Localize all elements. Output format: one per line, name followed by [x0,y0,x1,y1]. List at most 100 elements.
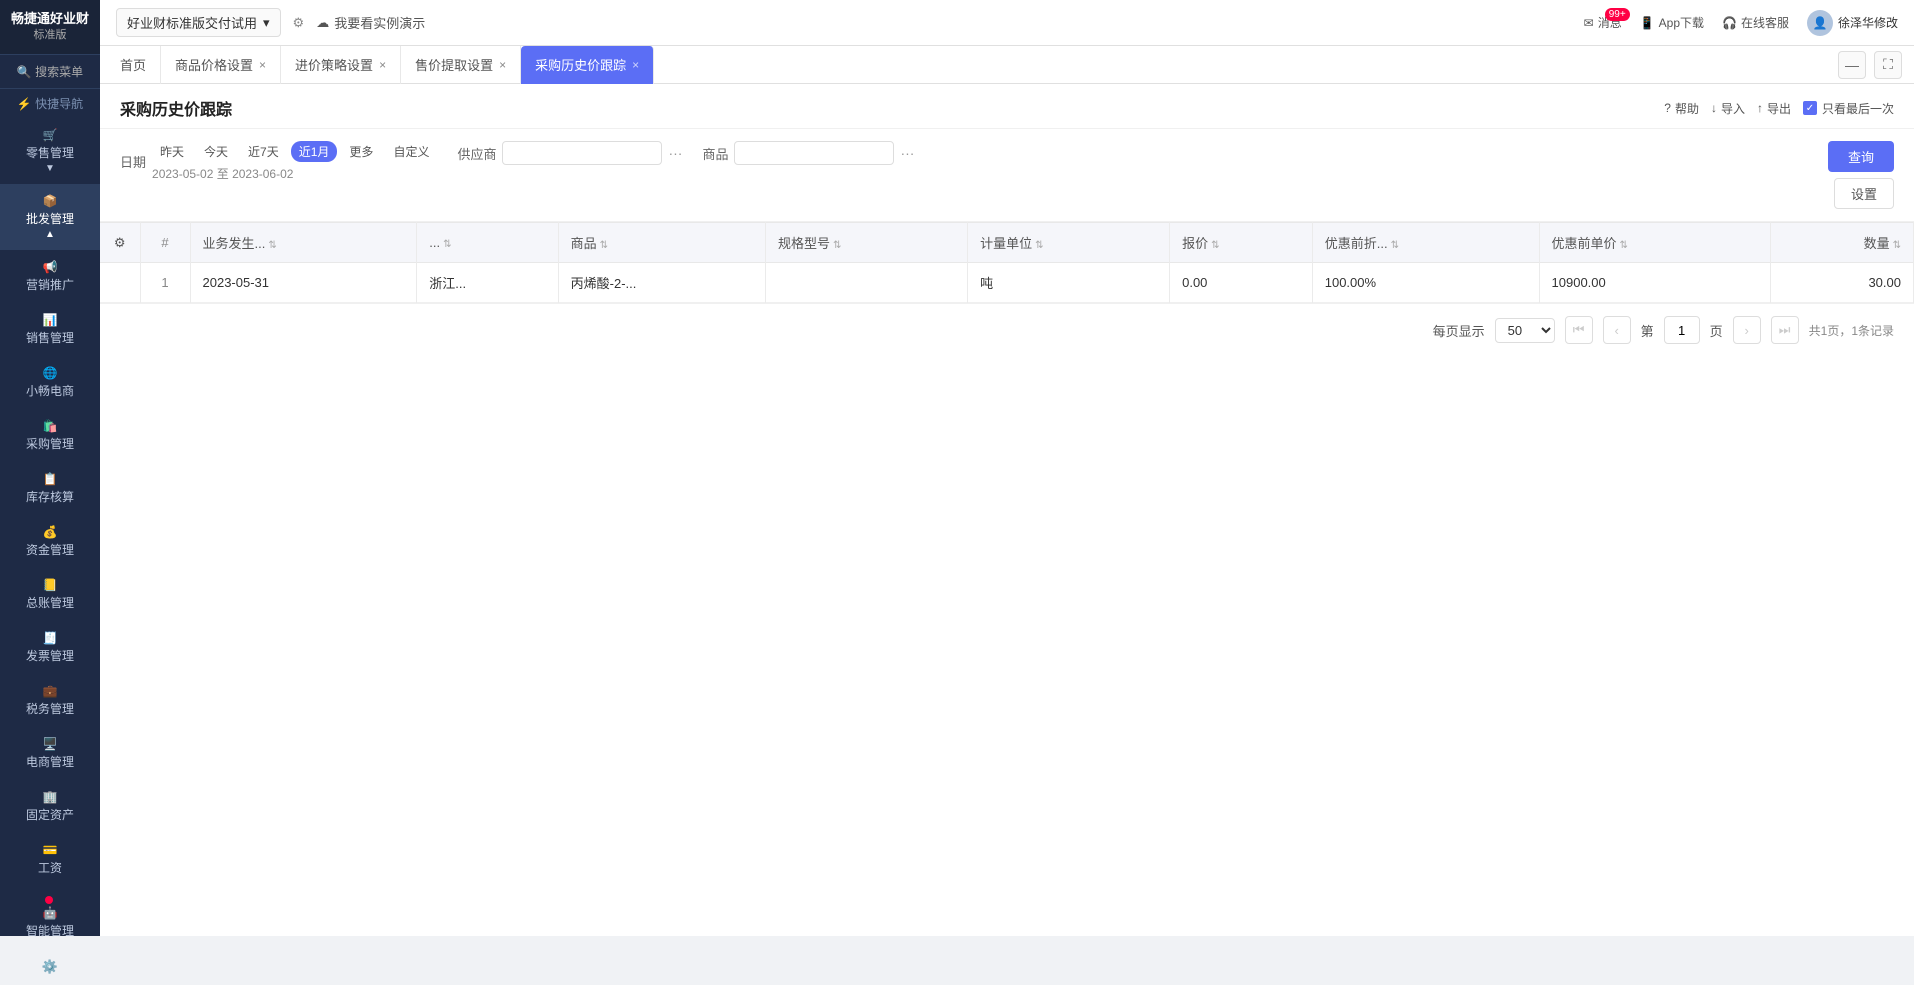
tab-sale-price-extract[interactable]: 售价提取设置 × [401,46,521,84]
per-page-select[interactable]: 50 100 200 [1495,318,1555,343]
supplier-input[interactable] [502,141,662,165]
page-prev-button[interactable]: ‹ [1603,316,1631,344]
invoice-icon: 🧾 [43,631,58,645]
retail-icon: 🛒 [43,128,58,142]
tab-purchase-history-close[interactable]: × [632,58,639,72]
date-option-custom[interactable]: 自定义 [385,141,437,162]
cell-spec [766,263,968,303]
tab-minimize-button[interactable]: — [1838,51,1866,79]
help-button[interactable]: ? 帮助 [1664,100,1699,117]
sidebar-item-retail[interactable]: 🛒 零售管理 ▼ [0,118,100,184]
page-last-button[interactable]: ⏭ [1771,316,1799,344]
sidebar-item-salary[interactable]: 💳 工资 [0,833,100,886]
sidebar-item-sales[interactable]: 📊 销售管理 [0,303,100,356]
th-more[interactable]: ...⇅ [417,223,558,263]
import-button[interactable]: ↓ 导入 [1711,100,1745,117]
right-actions: ✉ 消息 99+ 📱 App下载 🎧 在线客服 👤 徐泽华修改 [1584,10,1898,36]
date-option-more[interactable]: 更多 [341,141,381,162]
th-qty[interactable]: 数量⇅ [1771,223,1914,263]
version-select[interactable]: 好业财标准版交付试用 ▾ [116,8,281,37]
settings-gear-icon[interactable]: ⚙ [293,15,305,31]
dot-indicator [45,896,53,904]
sidebar-item-wholesale[interactable]: 📦 批发管理 ▲ [0,184,100,250]
th-goods[interactable]: 商品⇅ [558,223,765,263]
page-inner: 采购历史价跟踪 ? 帮助 ↓ 导入 ↑ 导出 ✓ [100,84,1914,936]
sidebar-item-ecommerce[interactable]: 🖥️ 电商管理 [0,727,100,780]
sidebar-item-finance[interactable]: 💰 资金管理 [0,515,100,568]
logo-main: 畅捷通好业财 [8,10,92,28]
sidebar-item-search-menu[interactable]: 🔍 搜索菜单 [0,55,100,89]
ecommerce-small-icon: 🌐 [43,366,58,380]
marketing-icon: 📢 [43,260,58,274]
th-pre-price[interactable]: 优惠前单价⇅ [1539,223,1771,263]
tab-sale-price-extract-label: 售价提取设置 [415,55,493,74]
tab-goods-price-close[interactable]: × [259,58,266,72]
date-filter-group: 日期 昨天 今天 近7天 近1月 更多 自定义 2023-05-02 至 202… [120,141,437,182]
cell-goods: 丙烯酸-2-... [558,263,765,303]
sidebar-item-fixed-assets[interactable]: 🏢 固定资产 [0,780,100,833]
cell-pre-price: 10900.00 [1539,263,1771,303]
th-unit[interactable]: 计量单位⇅ [968,223,1170,263]
tab-purchase-history[interactable]: 采购历史价跟踪 × [521,46,654,84]
sales-icon: 📊 [43,313,58,327]
sidebar-item-ecommerce-small[interactable]: 🌐 小畅电商 [0,356,100,409]
th-num: # [140,223,190,263]
checkbox-icon: ✓ [1803,101,1817,115]
goods-dots[interactable]: ··· [900,145,914,161]
sidebar-item-purchase[interactable]: 🛍️ 采购管理 [0,409,100,462]
online-service-button[interactable]: 🎧 在线客服 [1722,14,1789,31]
sidebar-item-invoice[interactable]: 🧾 发票管理 [0,621,100,674]
page-first-button[interactable]: ⏮ [1565,316,1593,344]
th-quote[interactable]: 报价⇅ [1170,223,1313,263]
cell-num: 1 [140,263,190,303]
date-option-today[interactable]: 今天 [196,141,236,162]
tab-purchase-price-strategy-close[interactable]: × [379,58,386,72]
export-label: 导出 [1767,100,1791,117]
sidebar-item-quick-nav[interactable]: ⚡ 快捷导航 [0,89,100,118]
tab-purchase-price-strategy[interactable]: 进价策略设置 × [281,46,401,84]
sidebar-item-smart[interactable]: 🤖 智能管理 [0,886,100,949]
filter-actions: 查询 设置 [1828,141,1894,209]
th-gear[interactable]: ⚙ [100,223,140,263]
demo-button[interactable]: ☁ 我要看实例演示 [316,13,425,32]
table-header-row: ⚙ # 业务发生...⇅ ...⇅ 商品⇅ 规格型号⇅ 计量单位⇅ 报价⇅ 优惠… [100,223,1914,263]
page-number-input[interactable] [1664,316,1700,344]
sidebar-item-settings[interactable]: ⚙️ [0,949,100,985]
settings-button[interactable]: 设置 [1834,178,1894,209]
cell-qty: 30.00 [1771,263,1914,303]
user-menu[interactable]: 👤 徐泽华修改 [1807,10,1898,36]
date-option-7days[interactable]: 近7天 [240,141,287,162]
wholesale-icon: 📦 [43,194,58,208]
date-option-yesterday[interactable]: 昨天 [152,141,192,162]
page-unit: 页 [1710,321,1723,340]
tab-home[interactable]: 首页 [112,46,161,84]
data-table: ⚙ # 业务发生...⇅ ...⇅ 商品⇅ 规格型号⇅ 计量单位⇅ 报价⇅ 优惠… [100,222,1914,303]
tab-fullscreen-button[interactable]: ⛶ [1874,51,1902,79]
goods-input[interactable] [734,141,894,165]
query-button[interactable]: 查询 [1828,141,1894,172]
tab-bar: 首页 商品价格设置 × 进价策略设置 × 售价提取设置 × 采购历史价跟踪 × … [100,46,1914,84]
message-button[interactable]: ✉ 消息 99+ [1584,14,1622,31]
sidebar-item-marketing[interactable]: 📢 营销推广 [0,250,100,303]
th-spec[interactable]: 规格型号⇅ [766,223,968,263]
tab-goods-price[interactable]: 商品价格设置 × [161,46,281,84]
per-page-label: 每页显示 [1433,321,1485,340]
page-next-button[interactable]: › [1733,316,1761,344]
fixed-assets-icon: 🏢 [43,790,58,804]
sidebar-item-inventory[interactable]: 📋 库存核算 [0,462,100,515]
tab-sale-price-extract-close[interactable]: × [499,58,506,72]
ecommerce-icon: 🖥️ [43,737,58,751]
th-discount[interactable]: 优惠前折...⇅ [1312,223,1539,263]
cell-more: 浙江... [417,263,558,303]
sidebar-item-ledger[interactable]: 📒 总账管理 [0,568,100,621]
app-download-icon: 📱 [1640,16,1655,30]
export-icon: ↑ [1757,101,1763,115]
th-date[interactable]: 业务发生...⇅ [190,223,417,263]
date-option-1month[interactable]: 近1月 [291,141,338,162]
export-button[interactable]: ↑ 导出 [1757,100,1791,117]
only-last-checkbox[interactable]: ✓ 只看最后一次 [1803,100,1894,117]
supplier-dots[interactable]: ··· [668,145,682,161]
app-download-button[interactable]: 📱 App下载 [1640,14,1704,31]
supplier-filter-group: 供应商 ··· [457,141,682,165]
sidebar-item-tax[interactable]: 💼 税务管理 [0,674,100,727]
